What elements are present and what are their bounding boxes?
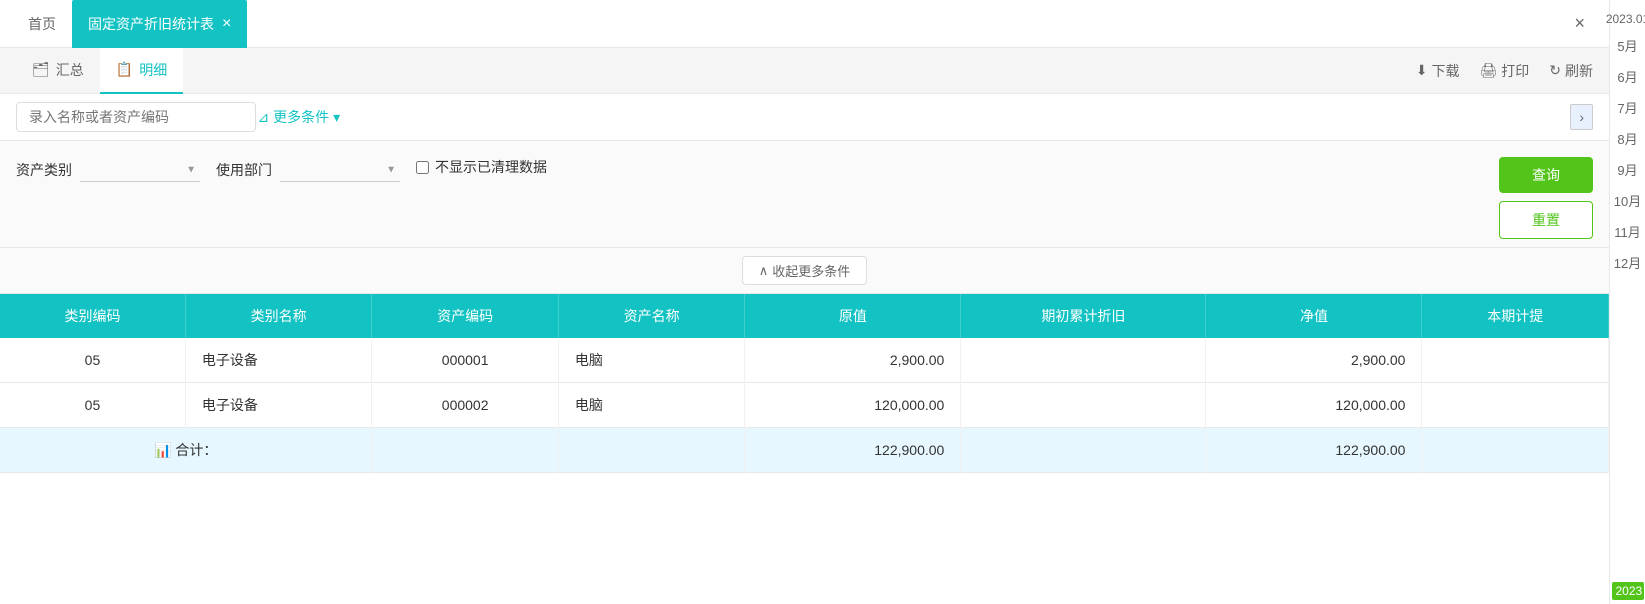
collapse-button[interactable]: ∧ 收起更多条件	[742, 256, 868, 285]
print-button[interactable]: 🖨 打印	[1479, 61, 1529, 81]
total-row: 📊 合计： 122,900.00 122,900.00	[0, 428, 1609, 473]
exclude-cleared-group: 不显示已清理数据	[416, 157, 547, 177]
detail-tab-label: 明细	[139, 60, 167, 80]
asset-type-filter: 资产类别	[16, 157, 200, 182]
download-button[interactable]: ⬇ 下载	[1416, 61, 1460, 81]
window-close-icon[interactable]: ×	[1566, 9, 1593, 38]
department-select[interactable]	[280, 157, 400, 182]
cell-asset-name: 电脑	[558, 338, 744, 383]
cell-accumulated-depreciation	[961, 338, 1206, 383]
collapse-icon: ∧	[759, 263, 769, 279]
reset-button[interactable]: 重置	[1499, 201, 1593, 239]
col-header-original-value: 原值	[745, 294, 961, 338]
summary-icon: 🗂	[32, 61, 50, 78]
tab-title: 固定资产折旧统计表	[88, 14, 214, 34]
year-badge: 2023	[1612, 582, 1644, 600]
right-sidebar: 2023.01 5月6月7月8月9月10月11月12月 2023	[1609, 0, 1645, 604]
exclude-cleared-checkbox[interactable]	[416, 161, 429, 174]
print-label: 打印	[1501, 61, 1529, 81]
tab-summary[interactable]: 🗂 汇总	[16, 48, 100, 94]
filter-buttons: 查询 重置	[1499, 157, 1593, 239]
refresh-label: 刷新	[1565, 61, 1593, 81]
download-label: 下载	[1431, 61, 1459, 81]
sidebar-month-item[interactable]: 12月	[1610, 247, 1645, 278]
sidebar-month-item[interactable]: 6月	[1610, 61, 1645, 92]
cell-category-code: 05	[0, 338, 185, 383]
col-header-accumulated-depreciation: 期初累计折旧	[961, 294, 1206, 338]
data-table-container: 类别编码 类别名称 资产编码 资产名称 原值 期初累计折旧 净值 本期计提 05…	[0, 294, 1609, 604]
asset-type-select[interactable]	[80, 157, 200, 182]
chevron-down-icon: ▾	[333, 109, 340, 126]
col-header-asset-code: 资产编码	[372, 294, 558, 338]
cell-asset-code: 000002	[372, 383, 558, 428]
asset-type-label: 资产类别	[16, 160, 72, 180]
sidebar-month-item[interactable]: 5月	[1610, 30, 1645, 61]
data-table: 类别编码 类别名称 资产编码 资产名称 原值 期初累计折旧 净值 本期计提 05…	[0, 294, 1609, 473]
cell-current-depreciation	[1422, 383, 1609, 428]
total-original-value: 122,900.00	[745, 428, 961, 473]
col-header-category-name: 类别名称	[185, 294, 371, 338]
summary-tab-label: 汇总	[56, 60, 84, 80]
col-header-asset-name: 资产名称	[558, 294, 744, 338]
search-input[interactable]	[16, 102, 256, 132]
search-bar-right: ›	[1570, 104, 1593, 130]
search-bar: 🔍 ⊿ 更多条件 ▾ ›	[0, 94, 1609, 141]
table-row: 05 电子设备 000002 电脑 120,000.00 120,000.00	[0, 383, 1609, 428]
cell-current-depreciation	[1422, 338, 1609, 383]
expand-sidebar-button[interactable]: ›	[1570, 104, 1593, 130]
cell-category-code: 05	[0, 383, 185, 428]
sub-tabs-bar: 🗂 汇总 📋 明细 ⬇ 下载 🖨 打印 ↻ 刷新	[0, 48, 1609, 94]
tab-detail[interactable]: 📋 明细	[100, 48, 183, 94]
toolbar-actions: ⬇ 下载 🖨 打印 ↻ 刷新	[1416, 61, 1593, 81]
sidebar-date: 2023.01	[1606, 8, 1645, 30]
cell-asset-name: 电脑	[558, 383, 744, 428]
tab-close-icon[interactable]: ×	[222, 15, 231, 33]
department-label: 使用部门	[216, 160, 272, 180]
exclude-cleared-label: 不显示已清理数据	[435, 157, 547, 177]
cell-category-name: 电子设备	[185, 383, 371, 428]
sidebar-month-item[interactable]: 10月	[1610, 185, 1645, 216]
query-button[interactable]: 查询	[1499, 157, 1593, 193]
cell-category-name: 电子设备	[185, 338, 371, 383]
more-conditions-label: 更多条件	[273, 107, 329, 127]
cell-accumulated-depreciation	[961, 383, 1206, 428]
col-header-category-code: 类别编码	[0, 294, 185, 338]
col-header-current-depreciation: 本期计提	[1422, 294, 1609, 338]
sidebar-month-item[interactable]: 8月	[1610, 123, 1645, 154]
filter-icon: ⊿	[257, 109, 269, 126]
department-filter: 使用部门	[216, 157, 400, 182]
cell-original-value: 120,000.00	[745, 383, 961, 428]
cell-asset-code: 000001	[372, 338, 558, 383]
cell-net-value: 2,900.00	[1206, 338, 1422, 383]
table-row: 05 电子设备 000001 电脑 2,900.00 2,900.00	[0, 338, 1609, 383]
collapse-label: 收起更多条件	[772, 261, 850, 280]
total-current-depreciation	[1422, 428, 1609, 473]
sidebar-month-item[interactable]: 9月	[1610, 154, 1645, 185]
sidebar-month-item[interactable]: 7月	[1610, 92, 1645, 123]
cell-original-value: 2,900.00	[745, 338, 961, 383]
refresh-icon: ↻	[1549, 62, 1561, 79]
fixed-assets-tab[interactable]: 固定资产折旧统计表 ×	[72, 0, 247, 48]
home-tab[interactable]: 首页	[16, 14, 68, 34]
more-conditions-button[interactable]: ⊿ 更多条件 ▾	[257, 107, 340, 127]
total-accumulated-depreciation	[961, 428, 1206, 473]
col-header-net-value: 净值	[1206, 294, 1422, 338]
download-icon: ⬇	[1416, 62, 1428, 79]
print-icon: 🖨	[1479, 62, 1497, 79]
sidebar-month-item[interactable]: 11月	[1610, 216, 1645, 247]
cell-net-value: 120,000.00	[1206, 383, 1422, 428]
refresh-button[interactable]: ↻ 刷新	[1549, 61, 1593, 81]
filter-area: 资产类别 使用部门 不显示已清理数据 查询 重置	[0, 141, 1609, 248]
collapse-bar: ∧ 收起更多条件	[0, 248, 1609, 294]
total-label: 📊 合计：	[0, 428, 372, 473]
total-net-value: 122,900.00	[1206, 428, 1422, 473]
detail-icon: 📋	[116, 61, 133, 78]
